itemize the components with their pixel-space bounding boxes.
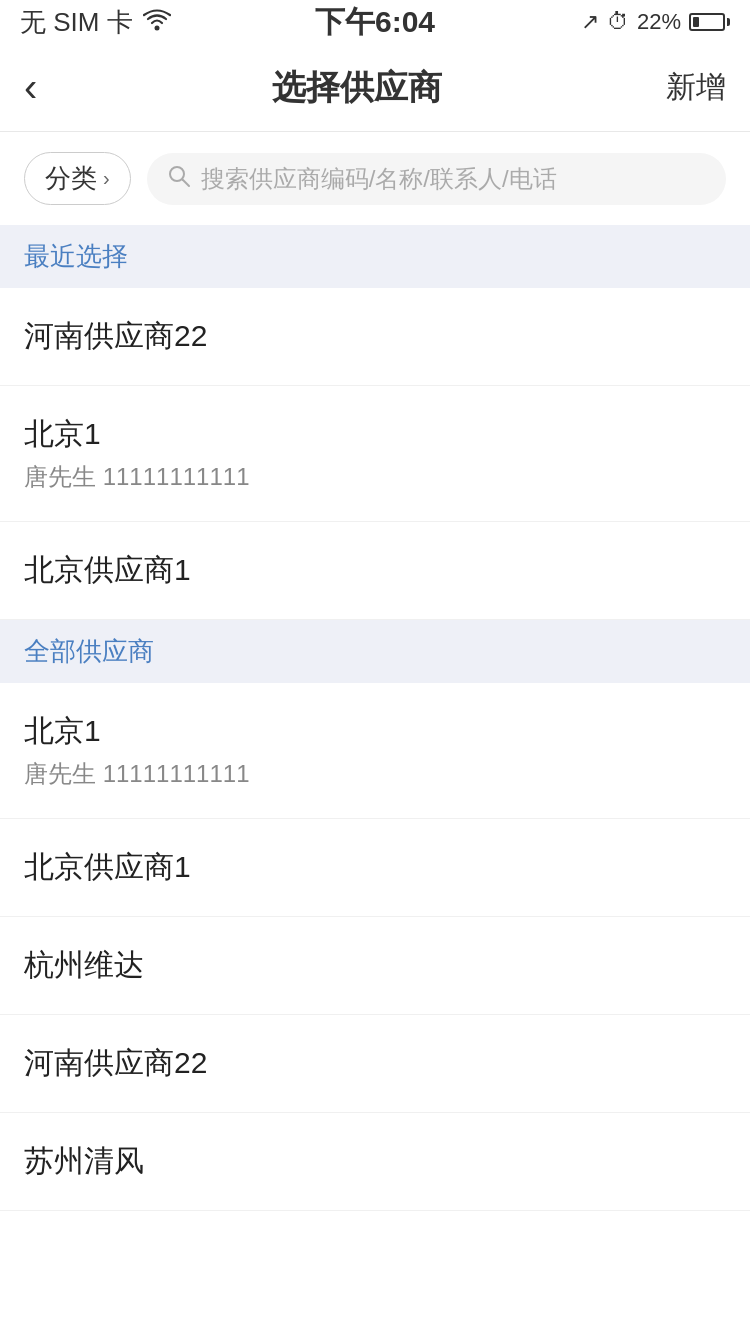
status-bar: 无 SIM 卡 下午6:04 ↗ ⏱ 22% xyxy=(0,0,750,44)
list-item[interactable]: 苏州清风 xyxy=(0,1113,750,1211)
item-name: 北京供应商1 xyxy=(24,550,726,591)
list-item[interactable]: 河南供应商22 xyxy=(0,288,750,386)
search-icon xyxy=(167,164,191,194)
page-title: 选择供应商 xyxy=(272,65,442,111)
recent-section-label: 最近选择 xyxy=(24,241,128,271)
list-item[interactable]: 河南供应商22 xyxy=(0,1015,750,1113)
item-name: 北京1 xyxy=(24,414,726,455)
status-right: ↗ ⏱ 22% xyxy=(581,9,730,35)
battery-percent: 22% xyxy=(637,9,681,35)
alarm-icon: ⏱ xyxy=(607,9,629,35)
item-sub: 唐先生 11111111111 xyxy=(24,461,726,493)
recent-section-header: 最近选择 xyxy=(0,225,750,288)
all-section-label: 全部供应商 xyxy=(24,636,154,666)
category-label: 分类 xyxy=(45,161,97,196)
battery-icon xyxy=(689,13,730,31)
list-item[interactable]: 北京供应商1 xyxy=(0,819,750,917)
status-left: 无 SIM 卡 xyxy=(20,5,171,40)
item-name: 北京供应商1 xyxy=(24,847,726,888)
item-name: 苏州清风 xyxy=(24,1141,726,1182)
item-sub: 唐先生 11111111111 xyxy=(24,758,726,790)
add-button[interactable]: 新增 xyxy=(666,67,726,108)
list-item[interactable]: 北京1 唐先生 11111111111 xyxy=(0,683,750,819)
category-button[interactable]: 分类 › xyxy=(24,152,131,205)
wifi-icon xyxy=(143,7,171,38)
recent-items-list: 河南供应商22 北京1 唐先生 11111111111 北京供应商1 xyxy=(0,288,750,620)
svg-point-0 xyxy=(154,25,159,30)
sim-text: 无 SIM 卡 xyxy=(20,5,133,40)
list-item[interactable]: 北京1 唐先生 11111111111 xyxy=(0,386,750,522)
item-name: 北京1 xyxy=(24,711,726,752)
nav-bar: ‹ 选择供应商 新增 xyxy=(0,44,750,132)
all-section-header: 全部供应商 xyxy=(0,620,750,683)
all-items-list: 北京1 唐先生 11111111111 北京供应商1 杭州维达 河南供应商22 … xyxy=(0,683,750,1211)
search-box[interactable]: 搜索供应商编码/名称/联系人/电话 xyxy=(147,153,726,205)
location-icon: ↗ xyxy=(581,9,599,35)
svg-line-2 xyxy=(182,179,189,186)
item-name: 杭州维达 xyxy=(24,945,726,986)
list-item[interactable]: 杭州维达 xyxy=(0,917,750,1015)
list-item[interactable]: 北京供应商1 xyxy=(0,522,750,620)
search-placeholder: 搜索供应商编码/名称/联系人/电话 xyxy=(201,163,557,195)
status-time: 下午6:04 xyxy=(315,2,435,43)
item-name: 河南供应商22 xyxy=(24,316,726,357)
filter-bar: 分类 › 搜索供应商编码/名称/联系人/电话 xyxy=(0,132,750,225)
item-name: 河南供应商22 xyxy=(24,1043,726,1084)
back-button[interactable]: ‹ xyxy=(14,55,47,120)
chevron-right-icon: › xyxy=(103,167,110,190)
